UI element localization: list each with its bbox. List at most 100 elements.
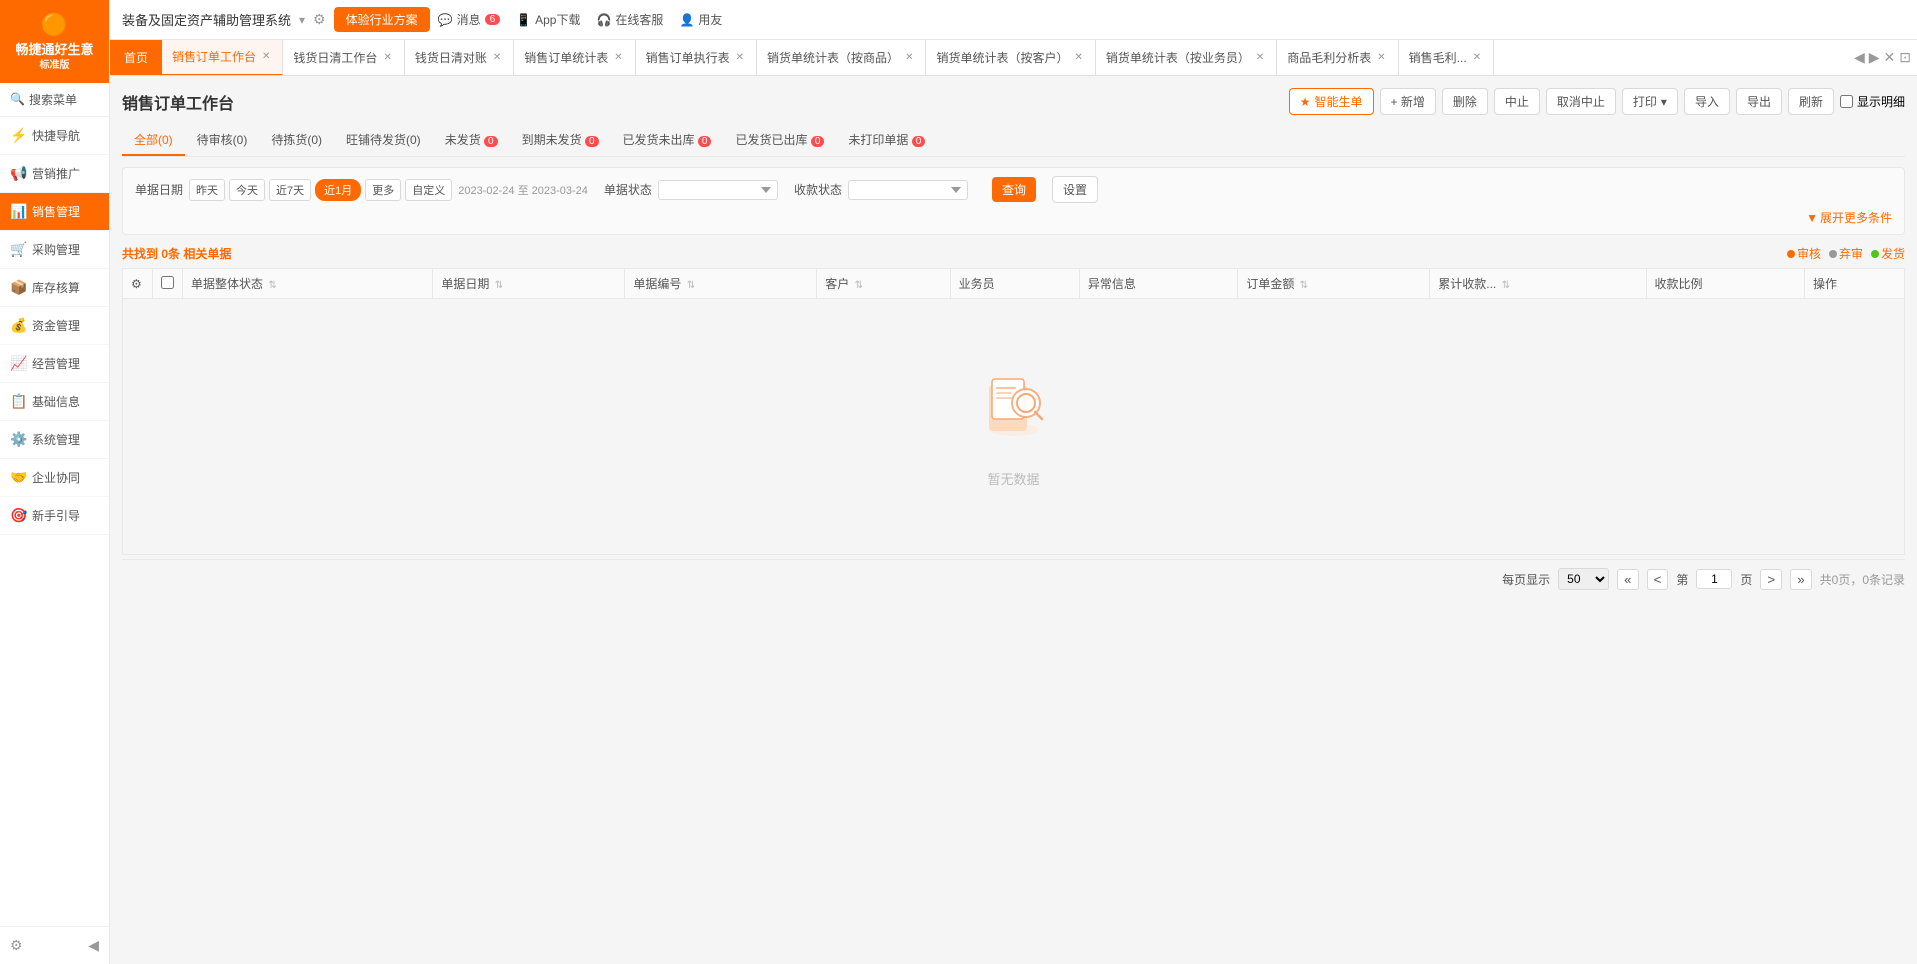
sidebar-item-basicinfo[interactable]: 📋 基础信息: [0, 383, 109, 421]
col-accumulated[interactable]: 累计收款... ⇅: [1430, 269, 1646, 299]
tab-close-7[interactable]: ✕: [1254, 51, 1266, 64]
sidebar-item-guide[interactable]: 🎯 新手引导: [0, 497, 109, 535]
sidebar-item-finance[interactable]: 💰 资金管理: [0, 307, 109, 345]
col-settings[interactable]: ⚙: [123, 269, 153, 299]
tab-close-4[interactable]: ✕: [734, 51, 746, 64]
next-page-button[interactable]: >: [1760, 569, 1782, 590]
sidebar-item-quicknav[interactable]: ⚡ 快捷导航: [0, 117, 109, 155]
sidebar-settings-icon[interactable]: ⚙: [10, 937, 23, 954]
app-logo[interactable]: 🟠 畅捷通好生意 标准版: [0, 0, 109, 83]
tab-home[interactable]: 首页: [110, 40, 162, 76]
filter-payment-select[interactable]: [848, 180, 968, 200]
tab-sales-margin[interactable]: 销售毛利... ✕: [1399, 40, 1494, 76]
subtab-shipped-not-out[interactable]: 已发货未出库 0: [611, 125, 724, 156]
col-doc-status[interactable]: 单据整体状态 ⇅: [183, 269, 433, 299]
query-button[interactable]: 查询: [992, 177, 1036, 202]
page-size-select[interactable]: 50 100: [1558, 568, 1609, 590]
date-btn-1month[interactable]: 近1月: [315, 179, 361, 201]
stop-button[interactable]: 中止: [1494, 88, 1540, 115]
tab-daily-clear[interactable]: 钱货日清工作台 ✕: [283, 40, 404, 76]
tabs-expand-icon[interactable]: ⊡: [1899, 49, 1911, 66]
show-detail-checkbox-label[interactable]: 显示明细: [1840, 93, 1905, 110]
refresh-button[interactable]: 刷新: [1788, 88, 1834, 115]
search-icon: 🔍: [10, 92, 25, 106]
tab-sales-exec[interactable]: 销售订单执行表 ✕: [636, 40, 757, 76]
col-staff[interactable]: 业务员: [950, 269, 1079, 299]
sidebar-item-search[interactable]: 🔍 搜索菜单: [0, 83, 109, 117]
smart-generate-button[interactable]: ★ 智能生单: [1289, 88, 1374, 115]
first-page-button[interactable]: «: [1617, 569, 1638, 590]
sidebar-item-inventory[interactable]: 📦 库存核算: [0, 269, 109, 307]
tab-sales-order-workbench[interactable]: 销售订单工作台 ✕: [162, 40, 283, 76]
date-btn-yesterday[interactable]: 昨天: [189, 179, 225, 201]
tab-close-9[interactable]: ✕: [1471, 51, 1483, 64]
tab-customer-stat[interactable]: 销货单统计表（按客户） ✕: [926, 40, 1095, 76]
date-btn-7days[interactable]: 近7天: [269, 179, 311, 201]
page-input[interactable]: [1696, 569, 1732, 589]
sidebar-item-collab[interactable]: 🤝 企业协同: [0, 459, 109, 497]
last-page-button[interactable]: »: [1790, 569, 1811, 590]
tab-staff-stat[interactable]: 销货单统计表（按业务员） ✕: [1096, 40, 1277, 76]
topbar-dropdown-icon[interactable]: ▾: [299, 13, 305, 27]
subtab-unshipped[interactable]: 未发货 0: [433, 125, 510, 156]
col-checkbox[interactable]: [153, 269, 183, 299]
subtab-unprinted[interactable]: 未打印单据 0: [836, 125, 937, 156]
tab-close-3[interactable]: ✕: [612, 51, 624, 64]
settings-button[interactable]: 设置: [1052, 176, 1098, 203]
date-btn-more[interactable]: 更多: [365, 179, 401, 201]
col-doc-date[interactable]: 单据日期 ⇅: [433, 269, 625, 299]
col-anomaly[interactable]: 异常信息: [1079, 269, 1237, 299]
sidebar-item-marketing[interactable]: 📢 营销推广: [0, 155, 109, 193]
subtab-all[interactable]: 全部(0): [122, 125, 185, 156]
subtab-shop-pending[interactable]: 旺铺待发货(0): [334, 125, 433, 156]
show-detail-checkbox[interactable]: [1840, 95, 1853, 108]
tab-reconcile[interactable]: 钱货日清对账 ✕: [405, 40, 514, 76]
tab-margin-analysis[interactable]: 商品毛利分析表 ✕: [1277, 40, 1398, 76]
tab-close-2[interactable]: ✕: [491, 51, 503, 64]
tab-close-5[interactable]: ✕: [903, 51, 915, 64]
print-button[interactable]: 打印 ▾: [1622, 88, 1678, 115]
topbar-gear-icon[interactable]: ⚙: [313, 11, 326, 28]
tab-sales-stat[interactable]: 销售订单统计表 ✕: [514, 40, 635, 76]
solution-button[interactable]: 体验行业方案: [334, 7, 430, 32]
subtab-overdue-unshipped[interactable]: 到期未发货 0: [510, 125, 611, 156]
message-btn[interactable]: 💬 消息 6: [438, 11, 501, 28]
tabs-prev-icon[interactable]: ◀: [1854, 49, 1865, 66]
reject-btn[interactable]: 弃审: [1829, 245, 1863, 262]
filter-expand-btn[interactable]: ▼ 展开更多条件: [1806, 209, 1892, 226]
col-doc-no[interactable]: 单据编号 ⇅: [625, 269, 817, 299]
date-btn-custom[interactable]: 自定义: [405, 179, 452, 201]
tab-close-0[interactable]: ✕: [260, 50, 272, 63]
online-service-btn[interactable]: 🎧 在线客服: [596, 11, 663, 28]
approve-btn[interactable]: 审核: [1787, 245, 1821, 262]
user-btn[interactable]: 👤 用友: [679, 11, 722, 28]
col-amount[interactable]: 订单金额 ⇅: [1238, 269, 1430, 299]
col-customer[interactable]: 客户 ⇅: [817, 269, 950, 299]
sidebar-item-sales[interactable]: 📊 销售管理: [0, 193, 109, 231]
import-button[interactable]: 导入: [1684, 88, 1730, 115]
app-download-btn[interactable]: 📱 App下载: [516, 11, 580, 28]
export-button[interactable]: 导出: [1736, 88, 1782, 115]
tab-goods-stat[interactable]: 销货单统计表（按商品） ✕: [757, 40, 926, 76]
sidebar-item-purchase[interactable]: 🛒 采购管理: [0, 231, 109, 269]
prev-page-button[interactable]: <: [1647, 569, 1669, 590]
subtab-pending-pick[interactable]: 待拣货(0): [259, 125, 334, 156]
sidebar-collapse-icon[interactable]: ◀: [88, 937, 99, 954]
tab-close-1[interactable]: ✕: [381, 51, 393, 64]
date-btn-today[interactable]: 今天: [229, 179, 265, 201]
add-button[interactable]: + 新增: [1380, 88, 1436, 115]
tab-close-8[interactable]: ✕: [1375, 51, 1387, 64]
filter-status-select[interactable]: [658, 180, 778, 200]
sidebar-item-sysadmin[interactable]: ⚙️ 系统管理: [0, 421, 109, 459]
select-all-checkbox[interactable]: [161, 276, 174, 289]
tab-close-6[interactable]: ✕: [1072, 51, 1084, 64]
subtab-pending-review[interactable]: 待审核(0): [185, 125, 260, 156]
tabs-close-icon[interactable]: ✕: [1884, 49, 1896, 66]
app-version: 标准版: [10, 59, 99, 73]
sidebar-item-operations[interactable]: 📈 经营管理: [0, 345, 109, 383]
delete-button[interactable]: 删除: [1442, 88, 1488, 115]
ship-btn[interactable]: 发货: [1871, 245, 1905, 262]
subtab-shipped-out[interactable]: 已发货已出库 0: [723, 125, 836, 156]
cancel-stop-button[interactable]: 取消中止: [1546, 88, 1616, 115]
tabs-next-icon[interactable]: ▶: [1869, 49, 1880, 66]
